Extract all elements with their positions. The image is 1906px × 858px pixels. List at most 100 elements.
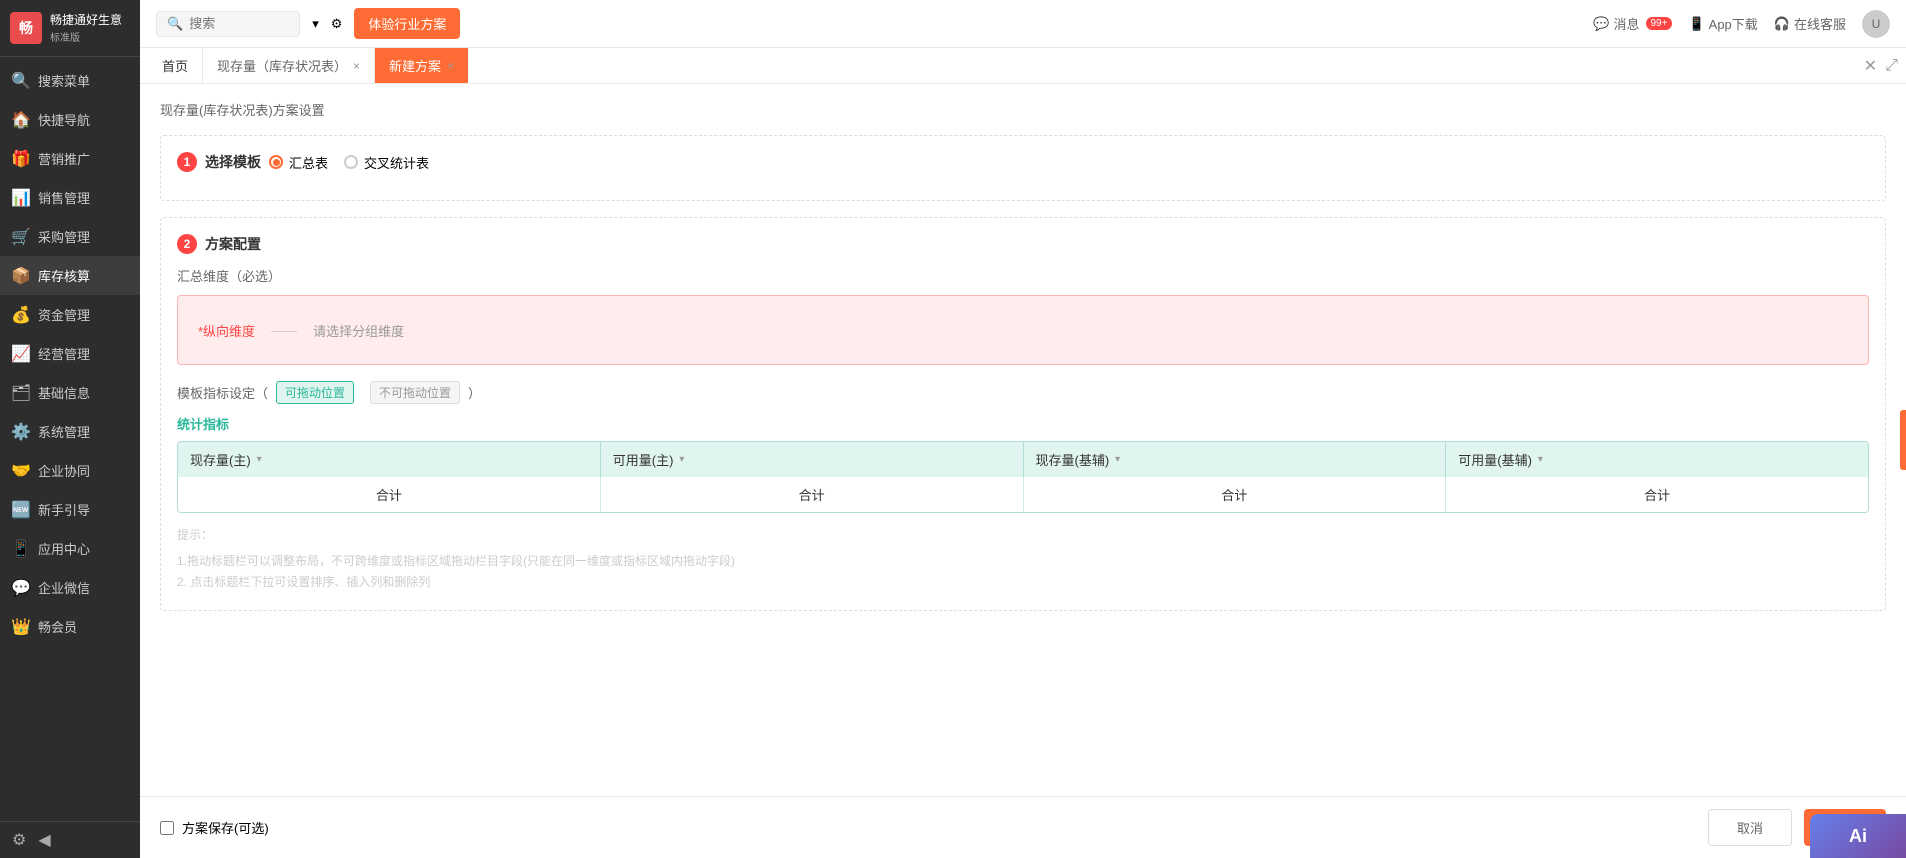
radio-summary-label: 汇总表	[289, 153, 328, 172]
trial-button[interactable]: 体验行业方案	[354, 8, 460, 39]
col-arrow-icon[interactable]: ▾	[679, 454, 684, 465]
dimension-separator: ——	[271, 323, 297, 338]
sidebar-item-system[interactable]: ⚙️ 系统管理	[0, 412, 140, 451]
tab-close-inventory[interactable]: ×	[353, 59, 360, 73]
right-hint	[1900, 410, 1906, 470]
online-service-item[interactable]: 🎧 在线客服	[1774, 14, 1846, 33]
draggable-tag: 可拖动位置	[276, 381, 354, 404]
required-dimension-label: 汇总维度（必选）	[177, 266, 1869, 285]
sidebar-icon-member: 👑	[12, 618, 30, 636]
expand-icon[interactable]: ⤢	[1885, 57, 1898, 75]
sidebar-label-nav: 快捷导航	[38, 110, 90, 129]
col-label: 现存量(基辅)	[1036, 450, 1110, 469]
sidebar-item-marketing[interactable]: 🎁 营销推广	[0, 139, 140, 178]
col-label: 现存量(主)	[190, 450, 251, 469]
topbar: 🔍 ▾ ⚙ 体验行业方案 💬 消息 99+ 📱 App下载 🎧 在线客服 U	[140, 0, 1906, 48]
messages-label: 消息	[1613, 14, 1639, 33]
dimension-label: *纵向维度	[198, 321, 255, 340]
tab-inventory-status[interactable]: 现存量（库存状况表） ×	[203, 48, 375, 83]
sidebar-icon-contract: 🤝	[12, 462, 30, 480]
template-radio-group: 汇总表 交叉统计表	[269, 153, 429, 172]
sidebar-item-inventory[interactable]: 📦 库存核算	[0, 256, 140, 295]
page-content: 现存量(库存状况表)方案设置 1 选择模板 汇总表 交叉统计表	[140, 84, 1906, 796]
brand-name: 畅捷通好生意	[50, 12, 122, 29]
sidebar-icon-basic: 🗂	[12, 384, 30, 402]
sidebar-item-contract[interactable]: 🤝 企业协同	[0, 451, 140, 490]
section1-title: 选择模板	[205, 152, 261, 172]
sidebar-icon-purchase: 🛒	[12, 228, 30, 246]
messages-item[interactable]: 💬 消息 99+	[1593, 14, 1672, 33]
sidebar-label-guide: 新手引导	[38, 500, 90, 519]
sidebar-icon-guide: 🆕	[12, 501, 30, 519]
dropdown-icon[interactable]: ▾	[312, 16, 319, 32]
app-download-item[interactable]: 📱 App下载	[1688, 14, 1757, 33]
sidebar-item-basic[interactable]: 🗂 基础信息	[0, 373, 140, 412]
sidebar-icon-system: ⚙️	[12, 423, 30, 441]
ai-badge[interactable]: Ai	[1810, 814, 1906, 858]
tab-new-scheme[interactable]: 新建方案 ×	[375, 48, 468, 83]
sidebar-icon-operation: 📈	[12, 345, 30, 363]
stats-body-cell: 合计	[1024, 477, 1447, 512]
search-input[interactable]	[189, 16, 289, 31]
search-icon: 🔍	[167, 16, 183, 32]
indicators-label: 模板指标设定（ 可拖动位置 不可拖动位置 ）	[177, 381, 1869, 404]
cancel-button[interactable]: 取消	[1708, 809, 1792, 846]
col-arrow-icon[interactable]: ▾	[1115, 454, 1120, 465]
close-window-icon[interactable]: ✕	[1864, 56, 1877, 76]
settings-top-icon[interactable]: ⚙	[331, 16, 343, 32]
sidebar-icon-nav: 🏠	[12, 111, 30, 129]
sidebar-item-guide[interactable]: 🆕 新手引导	[0, 490, 140, 529]
col-arrow-icon[interactable]: ▾	[1538, 454, 1543, 465]
stats-header: 现存量(主)▾可用量(主)▾现存量(基辅)▾可用量(基辅)▾	[178, 442, 1868, 477]
tip-item-1: 2. 点击标题栏下拉可设置排序、插入列和删除列	[177, 572, 1869, 594]
sidebar-icon-search: 🔍	[12, 72, 30, 90]
stats-header-col[interactable]: 现存量(基辅) ▾	[1024, 442, 1447, 477]
col-arrow-icon[interactable]: ▾	[257, 454, 262, 465]
search-box[interactable]: 🔍	[156, 11, 300, 37]
brand-logo: 畅	[10, 12, 42, 44]
sidebar-label-apps: 应用中心	[38, 539, 90, 558]
footer-left: 方案保存(可选)	[160, 818, 269, 837]
tip-text-0: 1.拖动标题栏可以调整布局，不可跨维度或指标区域拖动栏目字段(只能在同一维度或指…	[177, 551, 735, 573]
sidebar-item-search[interactable]: 🔍 搜索菜单	[0, 61, 140, 100]
new-scheme-label: 新建方案	[389, 56, 441, 75]
audio-icon[interactable]: ◀	[38, 830, 50, 850]
dimension-placeholder: 请选择分组维度	[313, 321, 404, 340]
sidebar-item-nav[interactable]: 🏠 快捷导航	[0, 100, 140, 139]
sidebar: 畅 畅捷通好生意 标准版 🔍 搜索菜单 🏠 快捷导航 🎁 营销推广 📊 销售管理…	[0, 0, 140, 858]
dimension-area[interactable]: *纵向维度 —— 请选择分组维度	[177, 295, 1869, 365]
stats-body-cell: 合计	[601, 477, 1024, 512]
sidebar-item-wechat[interactable]: 💬 企业微信	[0, 568, 140, 607]
message-badge: 99+	[1646, 17, 1673, 30]
main-content: 🔍 ▾ ⚙ 体验行业方案 💬 消息 99+ 📱 App下载 🎧 在线客服 U	[140, 0, 1906, 858]
stats-header-col[interactable]: 现存量(主) ▾	[178, 442, 601, 477]
sidebar-label-system: 系统管理	[38, 422, 90, 441]
sidebar-item-apps[interactable]: 📱 应用中心	[0, 529, 140, 568]
section-choose-template: 1 选择模板 汇总表 交叉统计表	[160, 135, 1886, 201]
radio-cross-label: 交叉统计表	[364, 153, 429, 172]
stats-header-col[interactable]: 可用量(主)▾	[601, 442, 1024, 477]
tab-close-new[interactable]: ×	[447, 59, 454, 73]
topbar-right: 💬 消息 99+ 📱 App下载 🎧 在线客服 U	[1593, 10, 1890, 38]
settings-icon[interactable]: ⚙	[12, 830, 26, 850]
sidebar-item-finance[interactable]: 💰 资金管理	[0, 295, 140, 334]
tips-area: 提示： 1.拖动标题栏可以调整布局，不可跨维度或指标区域拖动栏目字段(只能在同一…	[177, 525, 1869, 594]
save-checkbox[interactable]	[160, 821, 174, 835]
tab-home[interactable]: 首页	[148, 48, 203, 83]
user-avatar[interactable]: U	[1862, 10, 1890, 38]
tip-text-1: 2. 点击标题栏下拉可设置排序、插入列和删除列	[177, 572, 430, 594]
sidebar-item-sales[interactable]: 📊 销售管理	[0, 178, 140, 217]
sidebar-item-operation[interactable]: 📈 经营管理	[0, 334, 140, 373]
stats-header-col[interactable]: 可用量(基辅)▾	[1446, 442, 1868, 477]
radio-cross[interactable]: 交叉统计表	[344, 153, 429, 172]
sidebar-icon-marketing: 🎁	[12, 150, 30, 168]
stats-title: 统计指标	[177, 414, 1869, 433]
stats-body-cell: 合计	[178, 477, 601, 512]
section2-header: 2 方案配置	[177, 234, 1869, 254]
sidebar-label-purchase: 采购管理	[38, 227, 90, 246]
sidebar-label-operation: 经营管理	[38, 344, 90, 363]
sidebar-item-member[interactable]: 👑 畅会员	[0, 607, 140, 646]
radio-summary[interactable]: 汇总表	[269, 153, 328, 172]
sidebar-item-purchase[interactable]: 🛒 采购管理	[0, 217, 140, 256]
sidebar-icon-sales: 📊	[12, 189, 30, 207]
